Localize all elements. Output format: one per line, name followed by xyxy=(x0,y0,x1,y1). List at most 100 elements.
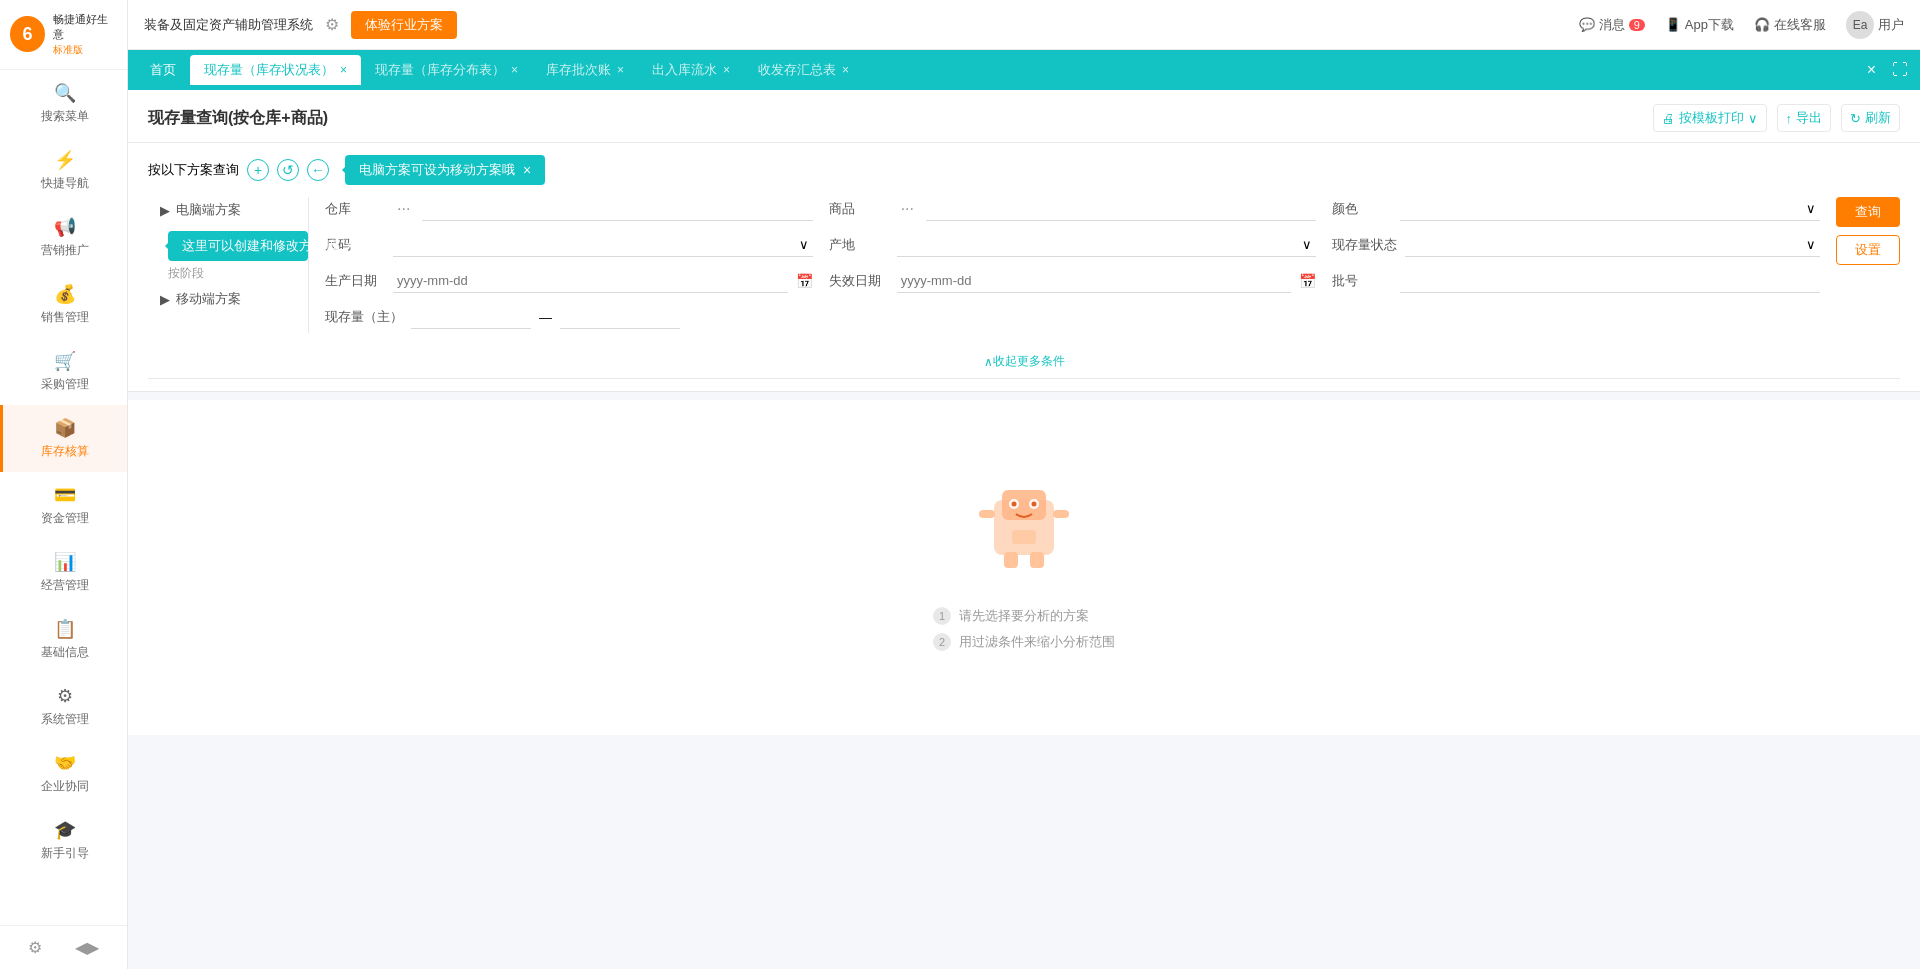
filter-row-3: 生产日期 📅 失效日期 📅 批号 xyxy=(325,269,1820,293)
user-button[interactable]: Ea 用户 xyxy=(1846,11,1904,39)
expire-date-calendar-icon[interactable]: 📅 xyxy=(1299,273,1316,289)
filter-group-stock-status: 现存量状态 ∨ xyxy=(1332,233,1820,257)
filter-refresh-button[interactable]: ↺ xyxy=(277,159,299,181)
sidebar-item-inventory-label: 库存核算 xyxy=(41,443,89,460)
svg-rect-9 xyxy=(1004,552,1018,568)
empty-illustration xyxy=(964,480,1084,583)
expire-date-input[interactable] xyxy=(897,269,1292,293)
scheme-item-desktop[interactable]: ▶ 电脑端方案 xyxy=(160,197,308,223)
tab-inventory-status-close-icon[interactable]: × xyxy=(340,63,347,77)
refresh-button[interactable]: ↻ 刷新 xyxy=(1841,104,1900,132)
scheme-item-mobile[interactable]: ▶ 移动端方案 xyxy=(160,286,308,312)
warehouse-input[interactable] xyxy=(422,197,812,221)
empty-step-2-text: 用过滤条件来缩小分析范围 xyxy=(959,629,1115,655)
sidebar-item-quicknav-label: 快捷导航 xyxy=(41,175,89,192)
tab-batch-account[interactable]: 库存批次账 × xyxy=(532,55,638,85)
sidebar-item-sales[interactable]: 💰 销售管理 xyxy=(0,271,127,338)
tab-flow[interactable]: 出入库流水 × xyxy=(638,55,744,85)
stock-main-max-input[interactable] xyxy=(560,305,680,329)
reset-button[interactable]: 设置 xyxy=(1836,235,1900,265)
tab-inventory-distribution-close-icon[interactable]: × xyxy=(511,63,518,77)
stock-status-select[interactable]: ∨ xyxy=(1405,233,1820,257)
scheme-tooltip-text: 电脑方案可设为移动方案哦 xyxy=(359,161,515,179)
sidebar-item-marketing[interactable]: 📢 营销推广 xyxy=(0,204,127,271)
tab-summary[interactable]: 收发存汇总表 × xyxy=(744,55,863,85)
sidebar-item-purchase[interactable]: 🛒 采购管理 xyxy=(0,338,127,405)
header-right: 💬 消息 9 📱 App下载 🎧 在线客服 Ea 用户 xyxy=(1579,11,1904,39)
tab-inventory-status[interactable]: 现存量（库存状况表） × xyxy=(190,55,361,85)
produce-date-calendar-icon[interactable]: 📅 xyxy=(796,273,813,289)
operation-icon: 📊 xyxy=(54,551,76,573)
trial-button[interactable]: 体验行业方案 xyxy=(351,11,457,39)
sidebar-item-finance[interactable]: 💳 资金管理 xyxy=(0,472,127,539)
tab-inventory-status-label: 现存量（库存状况表） xyxy=(204,61,334,79)
sidebar-item-quicknav[interactable]: ⚡ 快捷导航 xyxy=(0,137,127,204)
tab-batch-account-close-icon[interactable]: × xyxy=(617,63,624,77)
filter-add-button[interactable]: + xyxy=(247,159,269,181)
export-button[interactable]: ↑ 导出 xyxy=(1777,104,1832,132)
inventory-icon: 📦 xyxy=(54,417,76,439)
sidebar-item-enterprise[interactable]: 🤝 企业协同 xyxy=(0,740,127,807)
collapse-bar[interactable]: ∧ 收起更多条件 xyxy=(148,345,1900,379)
produce-date-input[interactable] xyxy=(393,269,788,293)
warehouse-dots-icon[interactable]: ··· xyxy=(393,200,414,218)
tab-inventory-distribution-label: 现存量（库存分布表） xyxy=(375,61,505,79)
scheme-edit-tooltip-close-button[interactable]: × xyxy=(346,238,354,254)
tab-fullscreen-icon[interactable]: ⛶ xyxy=(1888,57,1912,83)
app-download-button[interactable]: 📱 App下载 xyxy=(1665,16,1734,34)
message-button[interactable]: 💬 消息 9 xyxy=(1579,16,1645,34)
goods-dots-icon[interactable]: ··· xyxy=(897,200,918,218)
sidebar-item-inventory[interactable]: 📦 库存核算 xyxy=(0,405,127,472)
step-num-2: 2 xyxy=(933,633,951,651)
svg-point-4 xyxy=(1012,502,1017,507)
page-actions: 🖨 按模板打印 ∨ ↑ 导出 ↻ 刷新 xyxy=(1653,104,1901,132)
tab-home[interactable]: 首页 xyxy=(136,55,190,85)
stock-main-min-input[interactable] xyxy=(411,305,531,329)
origin-select[interactable]: ∨ xyxy=(897,233,1317,257)
scheme-edit-tooltip-wrapper: 这里可以创建和修改方案哦 × xyxy=(168,231,308,261)
export-label: 导出 xyxy=(1796,109,1822,127)
main-area: 装备及固定资产辅助管理系统 ⚙ 体验行业方案 💬 消息 9 📱 App下载 🎧 … xyxy=(128,0,1920,969)
goods-input[interactable] xyxy=(926,197,1316,221)
color-select[interactable]: ∨ xyxy=(1400,197,1820,221)
tab-summary-close-icon[interactable]: × xyxy=(842,63,849,77)
sidebar-item-operation[interactable]: 📊 经营管理 xyxy=(0,539,127,606)
filter-group-origin: 产地 ∨ xyxy=(829,233,1317,257)
batch-no-input[interactable] xyxy=(1400,269,1820,293)
sidebar-nav: 🔍 搜索菜单 ⚡ 快捷导航 📢 营销推广 💰 销售管理 🛒 采购管理 📦 库存核… xyxy=(0,70,127,925)
goods-label: 商品 xyxy=(829,200,889,218)
sidebar-item-system-label: 系统管理 xyxy=(41,711,89,728)
collapse-icon: ∧ xyxy=(984,355,993,369)
size-chevron-icon: ∨ xyxy=(799,237,809,252)
enterprise-icon: 🤝 xyxy=(54,752,76,774)
empty-step-1-text: 请先选择要分析的方案 xyxy=(959,603,1089,629)
sidebar-item-guide[interactable]: 🎓 新手引导 xyxy=(0,807,127,874)
print-button[interactable]: 🖨 按模板打印 ∨ xyxy=(1653,104,1767,132)
filter-back-button[interactable]: ← xyxy=(307,159,329,181)
stock-status-label: 现存量状态 xyxy=(1332,236,1397,254)
sidebar-settings-icon[interactable]: ⚙ xyxy=(28,938,42,957)
sidebar-item-system[interactable]: ⚙ 系统管理 xyxy=(0,673,127,740)
sidebar-item-marketing-label: 营销推广 xyxy=(41,242,89,259)
tab-batch-account-label: 库存批次账 xyxy=(546,61,611,79)
filter-group-size: 尺码 ∨ xyxy=(325,233,813,257)
sales-icon: 💰 xyxy=(54,283,76,305)
filter-group-goods: 商品 ··· xyxy=(829,197,1317,221)
sidebar-item-search[interactable]: 🔍 搜索菜单 xyxy=(0,70,127,137)
scheme-sub-label: 按阶段 xyxy=(168,265,308,282)
step-num-1: 1 xyxy=(933,607,951,625)
scheme-item-mobile-arrow-icon: ▶ xyxy=(160,292,170,307)
query-button[interactable]: 查询 xyxy=(1836,197,1900,227)
sidebar-collapse-icon[interactable]: ◀▶ xyxy=(75,938,99,957)
tab-close-all-icon[interactable]: × xyxy=(1863,57,1880,83)
online-support-button[interactable]: 🎧 在线客服 xyxy=(1754,16,1826,34)
query-buttons: 查询 设置 xyxy=(1836,197,1900,333)
filter-row-1: 仓库 ··· 商品 ··· 颜色 xyxy=(325,197,1820,221)
tab-inventory-distribution[interactable]: 现存量（库存分布表） × xyxy=(361,55,532,85)
system-settings-icon[interactable]: ⚙ xyxy=(325,15,339,34)
tab-flow-close-icon[interactable]: × xyxy=(723,63,730,77)
sidebar-item-basic[interactable]: 📋 基础信息 xyxy=(0,606,127,673)
print-chevron-icon: ∨ xyxy=(1748,111,1758,126)
scheme-tooltip-close-button[interactable]: × xyxy=(523,162,531,178)
size-select[interactable]: ∨ xyxy=(393,233,813,257)
